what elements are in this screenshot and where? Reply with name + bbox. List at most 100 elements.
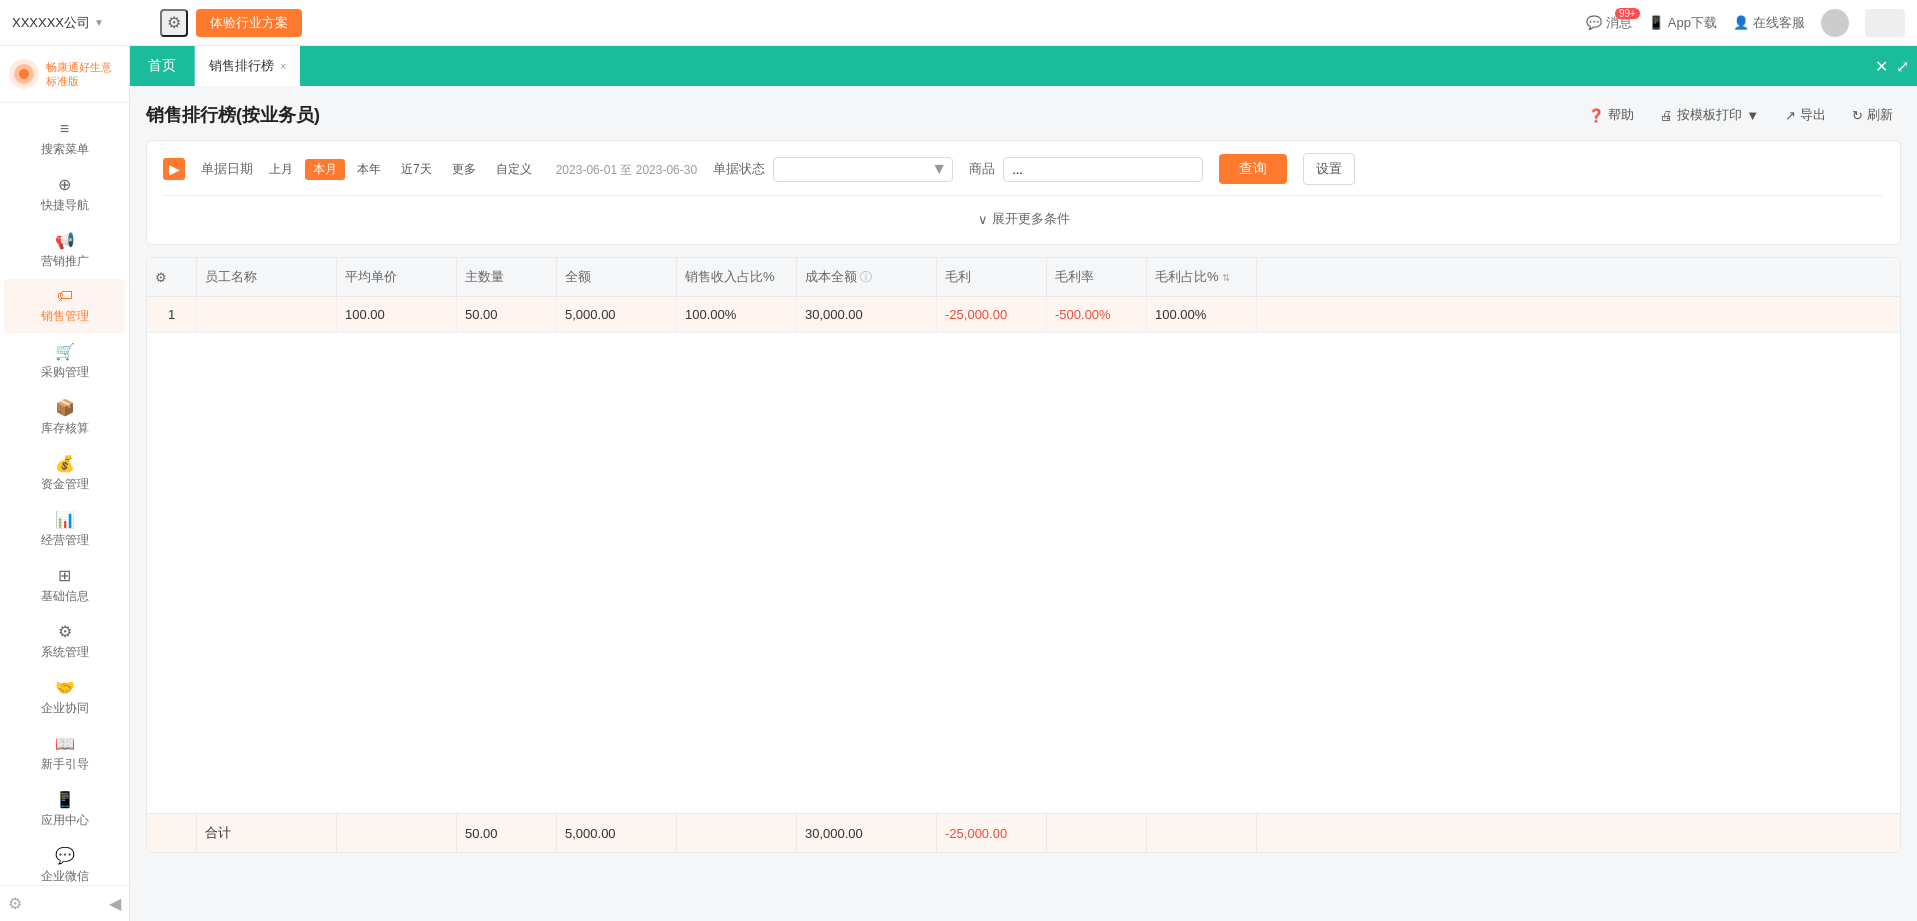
date-tab-last-month[interactable]: 上月 — [261, 159, 301, 180]
product-input[interactable] — [1003, 157, 1203, 182]
date-filter: 单据日期 上月 本月 本年 近7天 更多 自定义 — [201, 159, 540, 180]
avatar[interactable] — [1821, 9, 1849, 37]
chevron-down-icon: ▼ — [94, 17, 104, 28]
td-gross-rate: -500.00% — [1047, 297, 1147, 332]
sidebar-item-finance[interactable]: 💰 资金管理 — [4, 446, 125, 501]
user-name — [1865, 9, 1905, 37]
sidebar-item-label: 营销推广 — [41, 253, 89, 270]
sidebar-collapse-icon[interactable]: ◀ — [109, 894, 121, 913]
tab-close-window-icon[interactable]: ✕ — [1875, 57, 1888, 76]
date-tab-this-year[interactable]: 本年 — [349, 159, 389, 180]
date-tab-this-month[interactable]: 本月 — [305, 159, 345, 180]
expand-more-chevron: ∨ — [978, 212, 988, 227]
date-tab-more[interactable]: 更多 — [444, 159, 484, 180]
data-table: ⚙ 员工名称 平均单价 主数量 全额 销售收入占比% — [146, 257, 1901, 853]
sidebar-item-marketing[interactable]: 📢 营销推广 — [4, 223, 125, 278]
td-extra — [1257, 297, 1900, 332]
sidebar-settings-icon[interactable]: ⚙ — [8, 894, 22, 913]
tf-sales-pct — [677, 814, 797, 852]
sidebar-menu: ≡ 搜索菜单 ⊕ 快捷导航 📢 营销推广 🏷 销售管理 🛒 采购管理 📦 库 — [0, 103, 129, 885]
top-bar: XXXXXX公司 ▼ ⚙ 体验行业方案 💬 消息 99+ 📱 App下载 👤 在… — [0, 0, 1917, 46]
status-select[interactable] — [773, 157, 953, 182]
date-range-text: 2023-06-01 至 2023-06-30 — [556, 163, 697, 177]
tf-gross-rate — [1047, 814, 1147, 852]
sidebar-item-quicknav[interactable]: ⊕ 快捷导航 — [4, 167, 125, 222]
date-tab-7days[interactable]: 近7天 — [393, 159, 440, 180]
th-name: 员工名称 — [197, 258, 337, 296]
status-select-wrapper[interactable]: ▼ — [773, 157, 953, 182]
sidebar-logo: 畅康通好生意 标准版 — [0, 46, 129, 103]
app-download-button[interactable]: 📱 App下载 — [1648, 14, 1717, 32]
th-cost: 成本全额 ⓘ — [797, 258, 937, 296]
date-filter-label: 单据日期 — [201, 160, 253, 178]
content-area: 首页 销售排行榜 × ✕ ⤢ 销售排行榜(按业务员) ❓ 帮助 — [130, 46, 1917, 921]
tab-expand-icon[interactable]: ⤢ — [1896, 57, 1909, 76]
sidebar-item-label: 资金管理 — [41, 476, 89, 493]
search-menu-icon: ≡ — [60, 120, 69, 138]
sidebar-item-guide[interactable]: 📖 新手引导 — [4, 726, 125, 781]
message-button[interactable]: 💬 消息 99+ — [1586, 14, 1632, 32]
filter-bar: ▶ 单据日期 上月 本月 本年 近7天 更多 自定义 — [146, 140, 1901, 245]
sidebar-item-label: 新手引导 — [41, 756, 89, 773]
tab-close-icon[interactable]: × — [280, 60, 286, 72]
sidebar-item-wechat[interactable]: 💬 企业微信 — [4, 838, 125, 885]
company-selector[interactable]: XXXXXX公司 ▼ — [12, 14, 152, 32]
finance-icon: 💰 — [55, 454, 75, 473]
cost-info-icon[interactable]: ⓘ — [860, 269, 872, 286]
td-avg-price: 100.00 — [337, 297, 457, 332]
filter-divider — [163, 195, 1884, 196]
expand-more-button[interactable]: ∨ 展开更多条件 — [163, 206, 1884, 232]
export-icon: ↗ — [1785, 108, 1796, 123]
page-actions: ❓ 帮助 🖨 按模板打印 ▼ ↗ 导出 ↻ 刷新 — [1580, 102, 1901, 128]
table-settings-icon: ⚙ — [155, 270, 167, 285]
date-tabs: 上月 本月 本年 近7天 更多 自定义 — [261, 159, 540, 180]
online-service-button[interactable]: 👤 在线客服 — [1733, 14, 1805, 32]
expand-more-label: 展开更多条件 — [992, 210, 1070, 228]
query-button[interactable]: 查询 — [1219, 154, 1287, 184]
help-button[interactable]: ❓ 帮助 — [1580, 102, 1642, 128]
sidebar-item-label: 企业微信 — [41, 868, 89, 885]
td-gross-pct: 100.00% — [1147, 297, 1257, 332]
product-filter-label: 商品 — [969, 160, 995, 178]
sidebar-item-collab[interactable]: 🤝 企业协同 — [4, 670, 125, 725]
export-button[interactable]: ↗ 导出 — [1777, 102, 1834, 128]
refresh-button[interactable]: ↻ 刷新 — [1844, 102, 1901, 128]
inventory-icon: 📦 — [55, 398, 75, 417]
sales-icon: 🏷 — [57, 287, 73, 305]
sidebar-item-system[interactable]: ⚙ 系统管理 — [4, 614, 125, 669]
sidebar-item-label: 企业协同 — [41, 700, 89, 717]
tf-empty — [147, 814, 197, 852]
tab-sales-ranking[interactable]: 销售排行榜 × — [195, 46, 300, 86]
logo-icon — [8, 58, 40, 90]
marketing-icon: 📢 — [55, 231, 75, 250]
th-settings[interactable]: ⚙ — [147, 258, 197, 296]
th-gross-rate: 毛利率 — [1047, 258, 1147, 296]
sidebar-item-inventory[interactable]: 📦 库存核算 — [4, 390, 125, 445]
sidebar-item-purchase[interactable]: 🛒 采购管理 — [4, 334, 125, 389]
sidebar-item-label: 应用中心 — [41, 812, 89, 829]
th-qty: 主数量 — [457, 258, 557, 296]
page-header: 销售排行榜(按业务员) ❓ 帮助 🖨 按模板打印 ▼ ↗ 导出 — [146, 102, 1901, 128]
filter-settings-button[interactable]: 设置 — [1303, 153, 1355, 185]
try-industry-button[interactable]: 体验行业方案 — [196, 9, 302, 37]
print-icon: 🖨 — [1660, 108, 1673, 123]
filter-expand-icon[interactable]: ▶ — [163, 158, 185, 180]
sidebar: 畅康通好生意 标准版 ≡ 搜索菜单 ⊕ 快捷导航 📢 营销推广 🏷 销售管理 — [0, 46, 130, 921]
th-amount: 全额 — [557, 258, 677, 296]
td-qty: 50.00 — [457, 297, 557, 332]
tf-gross: -25,000.00 — [937, 814, 1047, 852]
purchase-icon: 🛒 — [55, 342, 75, 361]
sidebar-item-apps[interactable]: 📱 应用中心 — [4, 782, 125, 837]
print-button[interactable]: 🖨 按模板打印 ▼ — [1652, 102, 1767, 128]
sidebar-item-sales[interactable]: 🏷 销售管理 — [4, 279, 125, 333]
td-sales-pct: 100.00% — [677, 297, 797, 332]
td-rank: 1 — [147, 297, 197, 332]
sidebar-item-operations[interactable]: 📊 经营管理 — [4, 502, 125, 557]
sidebar-item-search[interactable]: ≡ 搜索菜单 — [4, 112, 125, 166]
tab-home[interactable]: 首页 — [130, 46, 195, 86]
sidebar-item-label: 搜索菜单 — [41, 141, 89, 158]
settings-button[interactable]: ⚙ — [160, 9, 188, 37]
gross-pct-sort-icon[interactable]: ⇅ — [1222, 272, 1230, 283]
date-tab-custom[interactable]: 自定义 — [488, 159, 540, 180]
sidebar-item-basic[interactable]: ⊞ 基础信息 — [4, 558, 125, 613]
